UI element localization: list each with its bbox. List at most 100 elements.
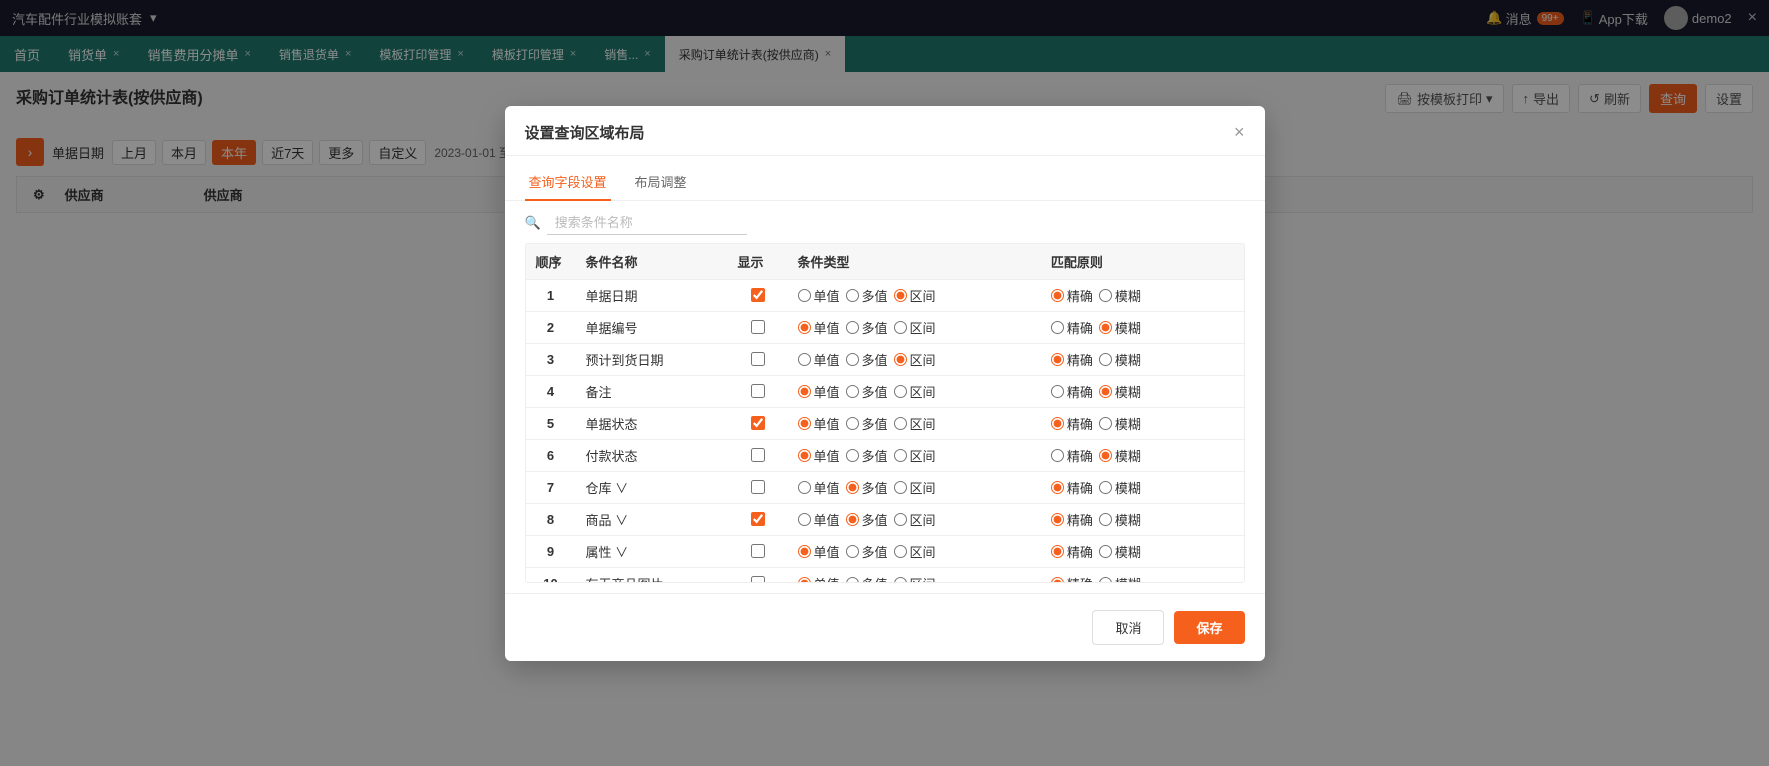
display-checkbox[interactable] — [751, 288, 765, 302]
type-radio-label[interactable]: 多值 — [846, 478, 888, 497]
match-radio[interactable] — [1051, 481, 1064, 494]
match-radio-label[interactable]: 精确 — [1051, 318, 1093, 337]
type-radio-label[interactable]: 区间 — [894, 414, 936, 433]
match-radio-label[interactable]: 精确 — [1051, 286, 1093, 305]
match-radio[interactable] — [1051, 449, 1064, 462]
display-checkbox[interactable] — [751, 416, 765, 430]
type-radio-label[interactable]: 区间 — [894, 510, 936, 529]
type-radio[interactable] — [798, 321, 811, 334]
display-checkbox[interactable] — [751, 384, 765, 398]
type-radio[interactable] — [894, 513, 907, 526]
match-radio-label[interactable]: 精确 — [1051, 350, 1093, 369]
match-radio-label[interactable]: 模糊 — [1099, 318, 1141, 337]
type-radio[interactable] — [894, 321, 907, 334]
match-radio[interactable] — [1051, 577, 1064, 583]
match-radio[interactable] — [1099, 321, 1112, 334]
match-radio-label[interactable]: 模糊 — [1099, 382, 1141, 401]
type-radio-label[interactable]: 单值 — [798, 446, 840, 465]
match-radio[interactable] — [1099, 417, 1112, 430]
type-radio[interactable] — [894, 577, 907, 583]
type-radio-label[interactable]: 单值 — [798, 574, 840, 583]
type-radio-label[interactable]: 区间 — [894, 286, 936, 305]
type-radio[interactable] — [798, 577, 811, 583]
type-radio-label[interactable]: 多值 — [846, 574, 888, 583]
type-radio[interactable] — [798, 385, 811, 398]
match-radio-label[interactable]: 模糊 — [1099, 574, 1141, 583]
match-radio-label[interactable]: 精确 — [1051, 510, 1093, 529]
match-radio[interactable] — [1099, 481, 1112, 494]
type-radio[interactable] — [894, 481, 907, 494]
match-radio-label[interactable]: 模糊 — [1099, 446, 1141, 465]
type-radio[interactable] — [846, 513, 859, 526]
match-radio[interactable] — [1051, 353, 1064, 366]
type-radio-label[interactable]: 区间 — [894, 350, 936, 369]
type-radio-label[interactable]: 单值 — [798, 382, 840, 401]
match-radio-label[interactable]: 精确 — [1051, 542, 1093, 561]
type-radio[interactable] — [798, 417, 811, 430]
type-radio-label[interactable]: 单值 — [798, 542, 840, 561]
display-checkbox[interactable] — [751, 448, 765, 462]
type-radio[interactable] — [846, 577, 859, 583]
type-radio-label[interactable]: 区间 — [894, 542, 936, 561]
display-checkbox[interactable] — [751, 544, 765, 558]
match-radio-label[interactable]: 精确 — [1051, 382, 1093, 401]
type-radio-label[interactable]: 多值 — [846, 286, 888, 305]
match-radio[interactable] — [1099, 577, 1112, 583]
cancel-button[interactable]: 取消 — [1092, 610, 1164, 645]
match-radio-label[interactable]: 模糊 — [1099, 478, 1141, 497]
type-radio-label[interactable]: 区间 — [894, 574, 936, 583]
match-radio-label[interactable]: 精确 — [1051, 414, 1093, 433]
match-radio[interactable] — [1099, 449, 1112, 462]
match-radio-label[interactable]: 模糊 — [1099, 414, 1141, 433]
type-radio[interactable] — [798, 513, 811, 526]
match-radio-label[interactable]: 模糊 — [1099, 350, 1141, 369]
type-radio[interactable] — [798, 449, 811, 462]
match-radio-label[interactable]: 模糊 — [1099, 542, 1141, 561]
match-radio-label[interactable]: 精确 — [1051, 574, 1093, 583]
match-radio-label[interactable]: 精确 — [1051, 478, 1093, 497]
type-radio[interactable] — [894, 385, 907, 398]
type-radio-label[interactable]: 多值 — [846, 350, 888, 369]
type-radio[interactable] — [894, 417, 907, 430]
type-radio-label[interactable]: 区间 — [894, 446, 936, 465]
type-radio[interactable] — [798, 289, 811, 302]
match-radio[interactable] — [1051, 289, 1064, 302]
type-radio[interactable] — [846, 481, 859, 494]
match-radio[interactable] — [1051, 545, 1064, 558]
dialog-tab-field-settings[interactable]: 查询字段设置 — [525, 166, 611, 201]
dialog-close-btn[interactable]: × — [1234, 123, 1245, 141]
display-checkbox[interactable] — [751, 576, 765, 583]
match-radio-label[interactable]: 精确 — [1051, 446, 1093, 465]
type-radio[interactable] — [798, 481, 811, 494]
type-radio[interactable] — [894, 545, 907, 558]
match-radio[interactable] — [1099, 513, 1112, 526]
type-radio-label[interactable]: 多值 — [846, 414, 888, 433]
match-radio-label[interactable]: 模糊 — [1099, 510, 1141, 529]
match-radio[interactable] — [1099, 545, 1112, 558]
display-checkbox[interactable] — [751, 352, 765, 366]
type-radio-label[interactable]: 单值 — [798, 286, 840, 305]
type-radio[interactable] — [846, 385, 859, 398]
match-radio[interactable] — [1051, 321, 1064, 334]
type-radio[interactable] — [846, 353, 859, 366]
type-radio[interactable] — [846, 545, 859, 558]
type-radio-label[interactable]: 单值 — [798, 414, 840, 433]
type-radio-label[interactable]: 区间 — [894, 478, 936, 497]
type-radio-label[interactable]: 多值 — [846, 382, 888, 401]
type-radio[interactable] — [846, 289, 859, 302]
type-radio-label[interactable]: 单值 — [798, 510, 840, 529]
match-radio[interactable] — [1051, 513, 1064, 526]
match-radio[interactable] — [1099, 385, 1112, 398]
type-radio-label[interactable]: 单值 — [798, 318, 840, 337]
type-radio-label[interactable]: 多值 — [846, 510, 888, 529]
match-radio[interactable] — [1099, 353, 1112, 366]
match-radio[interactable] — [1051, 385, 1064, 398]
type-radio-label[interactable]: 单值 — [798, 478, 840, 497]
type-radio-label[interactable]: 多值 — [846, 542, 888, 561]
match-radio-label[interactable]: 模糊 — [1099, 286, 1141, 305]
type-radio[interactable] — [846, 417, 859, 430]
dialog-tab-layout-adjust[interactable]: 布局调整 — [631, 166, 691, 201]
type-radio[interactable] — [894, 449, 907, 462]
type-radio-label[interactable]: 单值 — [798, 350, 840, 369]
type-radio[interactable] — [894, 353, 907, 366]
